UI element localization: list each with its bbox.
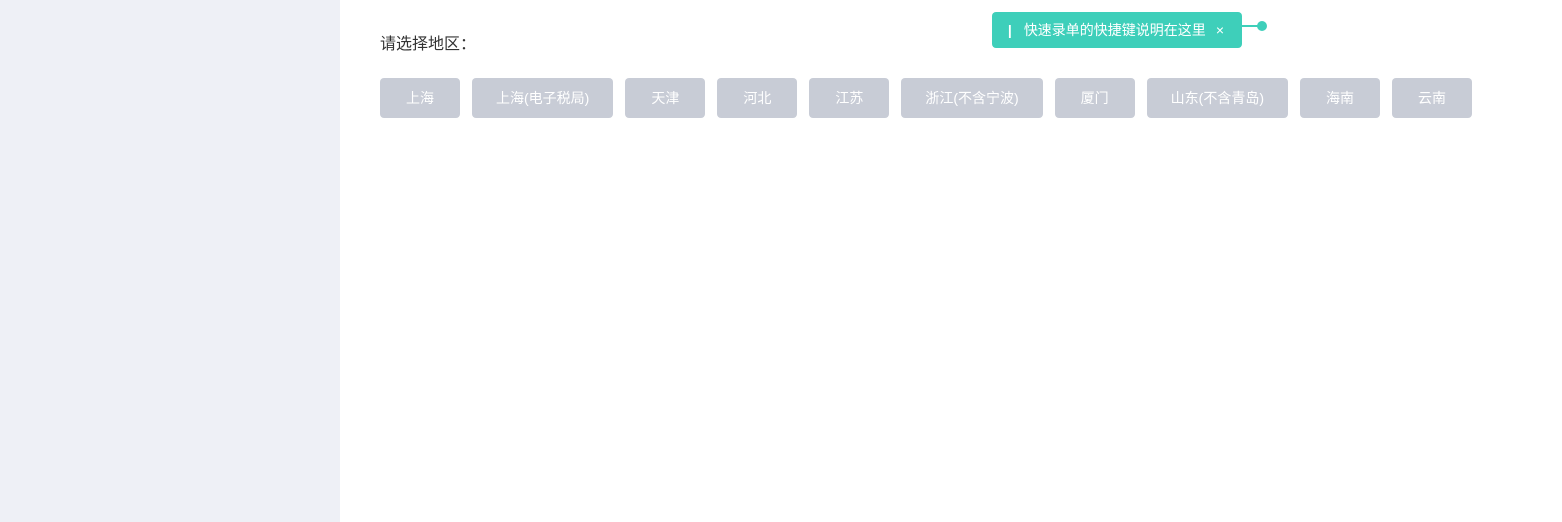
btn-shanghai-etax[interactable]: 上海(电子税局) xyxy=(472,78,613,118)
btn-xiamen[interactable]: 厦门 xyxy=(1055,78,1135,118)
btn-hainan[interactable]: 海南 xyxy=(1300,78,1380,118)
btn-hebei[interactable]: 河北 xyxy=(717,78,797,118)
tooltip-connector-dot xyxy=(1257,21,1267,31)
tooltip-text: 快速录单的快捷键说明在这里 xyxy=(1024,20,1206,40)
btn-shandong[interactable]: 山东(不含青岛) xyxy=(1147,78,1288,118)
btn-zhejiang[interactable]: 浙江(不含宁波) xyxy=(901,78,1042,118)
btn-jiangsu[interactable]: 江苏 xyxy=(809,78,889,118)
btn-tianjin[interactable]: 天津 xyxy=(625,78,705,118)
tooltip-banner: 快速录单的快捷键说明在这里 × xyxy=(992,12,1242,48)
tooltip-close-button[interactable]: × xyxy=(1214,22,1226,38)
btn-shanghai[interactable]: 上海 xyxy=(380,78,460,118)
region-row-2: 山东(不含青岛) 海南 云南 xyxy=(1147,78,1472,118)
page-title: 请选择地区： xyxy=(380,30,1522,54)
left-sidebar xyxy=(0,0,340,522)
region-buttons-container: 上海 上海(电子税局) 天津 河北 江苏 浙江(不含宁波) 厦门 山东(不含青岛… xyxy=(380,78,1522,130)
region-row-1: 上海 上海(电子税局) 天津 河北 江苏 浙江(不含宁波) 厦门 xyxy=(380,78,1135,118)
btn-yunnan[interactable]: 云南 xyxy=(1392,78,1472,118)
main-content: 请选择地区： 上海 上海(电子税局) 天津 河北 江苏 浙江(不含宁波) 厦门 … xyxy=(340,0,1562,522)
